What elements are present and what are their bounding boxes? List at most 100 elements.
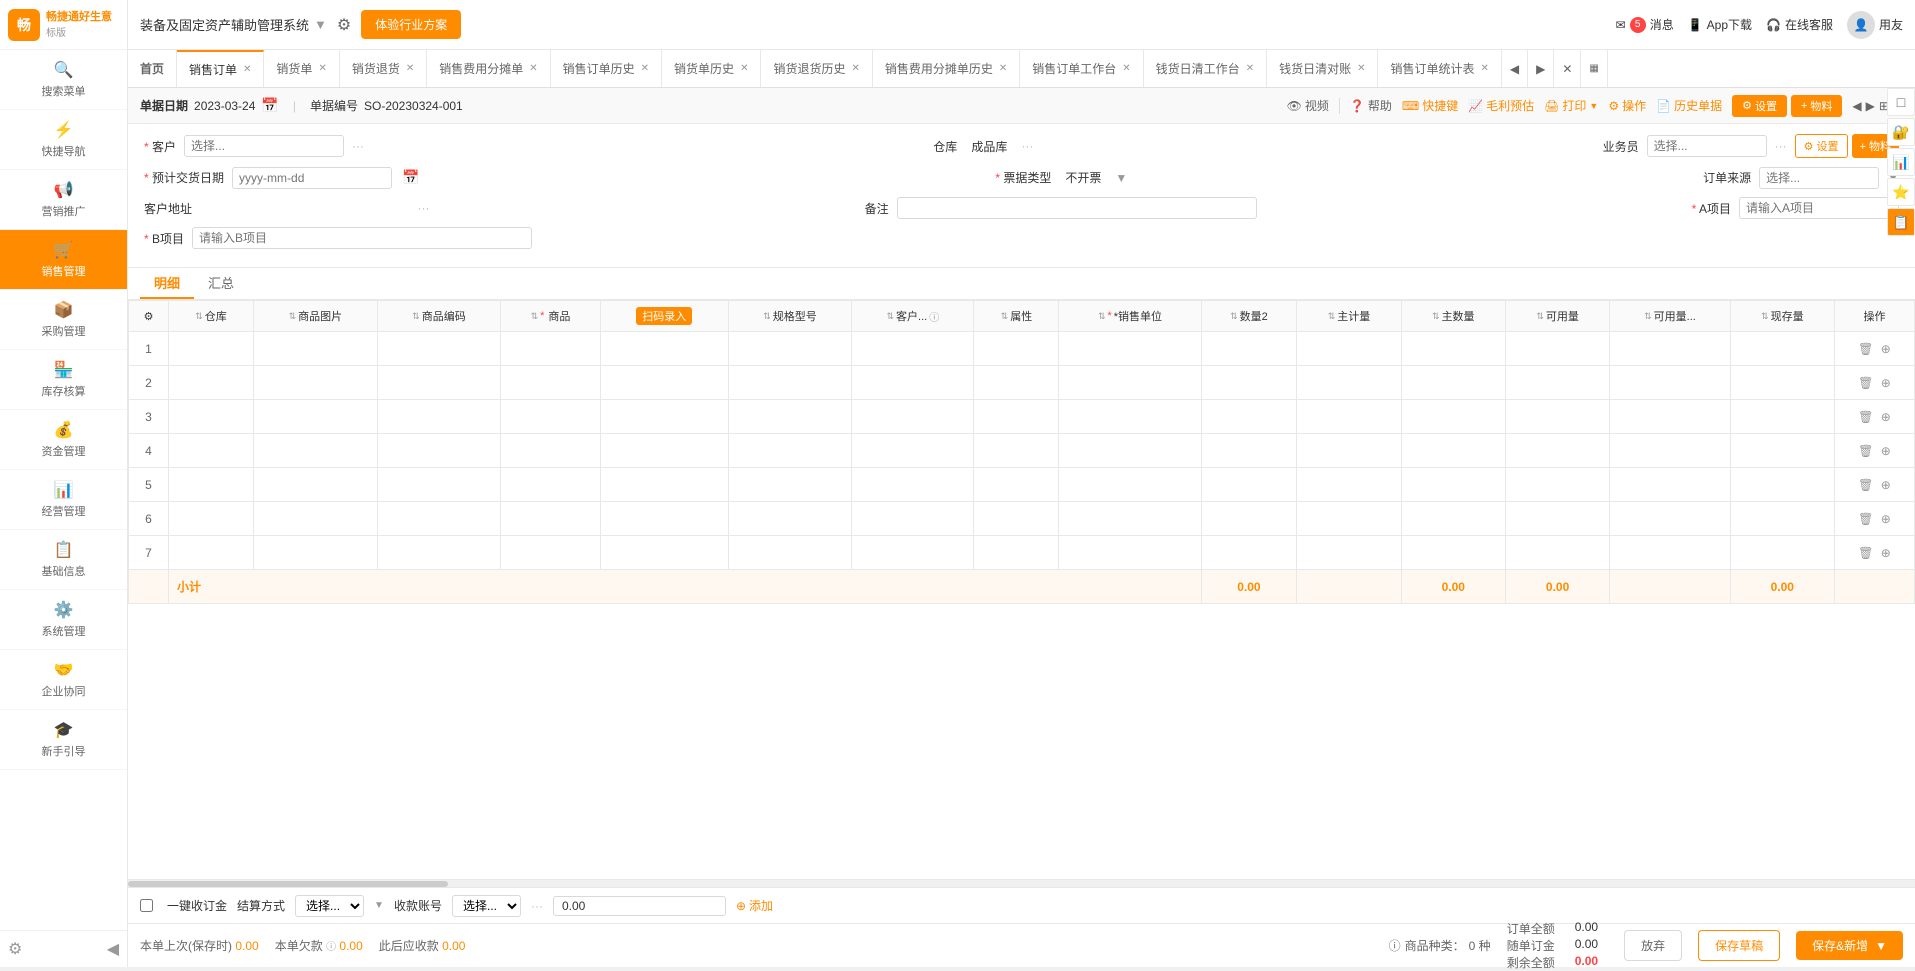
row-copy-icon[interactable]: ⊕ (1881, 478, 1891, 492)
shortcut-btn[interactable]: ⌨ 快捷键 (1402, 97, 1458, 114)
nav-left-icon[interactable]: ◀ (1852, 99, 1861, 113)
tab-return-history[interactable]: 销货单历史 ✕ (662, 50, 761, 87)
row-copy-icon[interactable]: ⊕ (1881, 376, 1891, 390)
settings-btn[interactable]: ⚙ 设置 (1732, 95, 1787, 117)
tab-sales-fee[interactable]: 销售费用分摊单 ✕ (427, 50, 550, 87)
tab-sales-return[interactable]: 销货单 ✕ (264, 50, 339, 87)
warehouse-dots[interactable]: ··· (1021, 139, 1033, 153)
sort-icon[interactable]: ⇅ (195, 311, 203, 322)
tab-summary[interactable]: 汇总 (194, 268, 248, 299)
user-item[interactable]: 👤 用友 (1847, 11, 1903, 39)
tab-close-icon[interactable]: ✕ (1357, 63, 1365, 74)
tab-close-icon[interactable]: ✕ (1246, 63, 1254, 74)
tab-summary[interactable]: 销售订单统计表 ✕ (1378, 50, 1501, 87)
order-source-input[interactable] (1759, 167, 1879, 189)
row-delete-icon[interactable]: 🗑 (1858, 512, 1873, 526)
one-click-checkbox[interactable] (140, 899, 153, 912)
tab-daily-clear[interactable]: 钱货日清工作台 ✕ (1144, 50, 1267, 87)
history-btn[interactable]: 📄 历史单据 (1656, 97, 1722, 114)
row-copy-icon[interactable]: ⊕ (1881, 342, 1891, 356)
sidebar-item-search[interactable]: 🔍 搜索菜单 (0, 50, 127, 110)
row-copy-icon[interactable]: ⊕ (1881, 410, 1891, 424)
scan-btn[interactable]: 扫码录入 (636, 307, 692, 325)
tab-prev-btn[interactable]: ◀ (1502, 50, 1528, 87)
customer-input[interactable] (184, 135, 344, 157)
solution-button[interactable]: 体验行业方案 (361, 10, 461, 39)
account-dots[interactable]: ··· (531, 899, 543, 913)
sidebar-item-operations[interactable]: 📊 经营管理 (0, 470, 127, 530)
online-service-item[interactable]: 🎧 在线客服 (1766, 16, 1833, 33)
tab-close-icon[interactable]: ✕ (406, 63, 414, 74)
delivery-calendar-icon[interactable]: 📅 (402, 169, 419, 186)
sidebar-item-guide[interactable]: 🎓 新手引导 (0, 710, 127, 770)
delivery-input[interactable] (232, 167, 392, 189)
sidebar-item-system[interactable]: ⚙️ 系统管理 (0, 590, 127, 650)
tab-sales-history[interactable]: 销售订单历史 ✕ (551, 50, 662, 87)
salesperson-input[interactable] (1647, 135, 1767, 157)
right-panel-btn-1[interactable]: □ (1887, 88, 1915, 116)
sidebar-item-purchase[interactable]: 📦 采购管理 (0, 290, 127, 350)
tab-fee-history[interactable]: 销售费用分摊单历史 ✕ (873, 50, 1020, 87)
add-payment-btn[interactable]: ⊕ 添加 (736, 897, 773, 914)
tab-close-icon[interactable]: ✕ (1481, 63, 1489, 74)
tab-daily-account[interactable]: 钱货日清对账 ✕ (1267, 50, 1378, 87)
scroll-thumb[interactable] (128, 881, 448, 887)
help-btn[interactable]: ❓ 帮助 (1350, 97, 1392, 114)
tab-close-icon[interactable]: ✕ (851, 63, 859, 74)
tab-close-icon[interactable]: ✕ (529, 63, 537, 74)
calendar-icon[interactable]: 📅 (261, 97, 278, 114)
project-b-input[interactable] (192, 227, 532, 249)
message-item[interactable]: ✉ 5 消息 (1616, 16, 1674, 33)
profit-btn[interactable]: 📈 毛利预估 (1468, 97, 1534, 114)
sidebar-item-finance[interactable]: 💰 资金管理 (0, 410, 127, 470)
payment-amount-input[interactable] (553, 896, 726, 916)
ops-btn[interactable]: ⚙ 操作 (1608, 97, 1646, 114)
sidebar-item-sales[interactable]: 🛒 销售管理 (0, 230, 127, 290)
right-panel-btn-2[interactable]: 🔐 (1887, 118, 1915, 146)
tab-refund-history[interactable]: 销货退货历史 ✕ (761, 50, 872, 87)
save-new-dropdown-icon[interactable]: ▼ (1875, 939, 1887, 953)
tab-close-icon[interactable]: ✕ (641, 63, 649, 74)
tab-close-all-btn[interactable]: ✕ (1554, 50, 1581, 87)
customer-dots[interactable]: ··· (352, 139, 364, 153)
topbar-gear-icon[interactable]: ⚙ (337, 15, 351, 35)
row-delete-icon[interactable]: 🗑 (1858, 410, 1873, 424)
right-panel-btn-3[interactable]: 📊 (1887, 148, 1915, 176)
row-delete-icon[interactable]: 🗑 (1858, 342, 1873, 356)
row-copy-icon[interactable]: ⊕ (1881, 512, 1891, 526)
sidebar-item-basic[interactable]: 📋 基础信息 (0, 530, 127, 590)
sidebar-item-inventory[interactable]: 🏪 库存核算 (0, 350, 127, 410)
account-select[interactable]: 选择... (452, 895, 521, 917)
row-delete-icon[interactable]: 🗑 (1858, 546, 1873, 560)
address-dots[interactable]: ··· (418, 201, 430, 215)
save-new-button[interactable]: 保存&新增 ▼ (1796, 931, 1903, 960)
method-select[interactable]: 选择... (295, 895, 364, 917)
tab-home[interactable]: 首页 (128, 50, 177, 87)
date-value[interactable]: 2023-03-24 (194, 99, 255, 113)
add-product-btn[interactable]: + 物料 (1791, 95, 1842, 117)
row-copy-icon[interactable]: ⊕ (1881, 546, 1891, 560)
right-panel-btn-4[interactable]: ⭐ (1887, 178, 1915, 206)
discard-button[interactable]: 放弃 (1624, 930, 1682, 961)
row-delete-icon[interactable]: 🗑 (1858, 478, 1873, 492)
salesperson-dots[interactable]: ··· (1775, 139, 1787, 153)
row-delete-icon[interactable]: 🗑 (1858, 376, 1873, 390)
preview-btn[interactable]: 👁 视频 (1287, 97, 1329, 114)
tab-menu-btn[interactable]: ▦ (1581, 50, 1607, 87)
tab-detail[interactable]: 明细 (140, 268, 194, 299)
app-download-item[interactable]: 📱 App下载 (1688, 16, 1752, 33)
project-a-input[interactable] (1739, 197, 1899, 219)
tab-close-icon[interactable]: ✕ (318, 63, 326, 74)
print-btn[interactable]: 🖨 打印 ▼ (1544, 97, 1598, 114)
tab-order-workbench[interactable]: 销售订单工作台 ✕ (1020, 50, 1143, 87)
sidebar-item-quick[interactable]: ⚡ 快捷导航 (0, 110, 127, 170)
sidebar-item-marketing[interactable]: 📢 营销推广 (0, 170, 127, 230)
tab-close-icon[interactable]: ✕ (243, 64, 251, 75)
tab-close-icon[interactable]: ✕ (1122, 63, 1130, 74)
row-delete-icon[interactable]: 🗑 (1858, 444, 1873, 458)
nav-right-icon[interactable]: ▶ (1866, 99, 1875, 113)
invoice-dropdown-icon[interactable]: ▼ (1115, 171, 1127, 185)
tab-close-icon[interactable]: ✕ (740, 63, 748, 74)
tab-next-btn[interactable]: ▶ (1528, 50, 1554, 87)
remark-input[interactable] (897, 197, 1257, 219)
